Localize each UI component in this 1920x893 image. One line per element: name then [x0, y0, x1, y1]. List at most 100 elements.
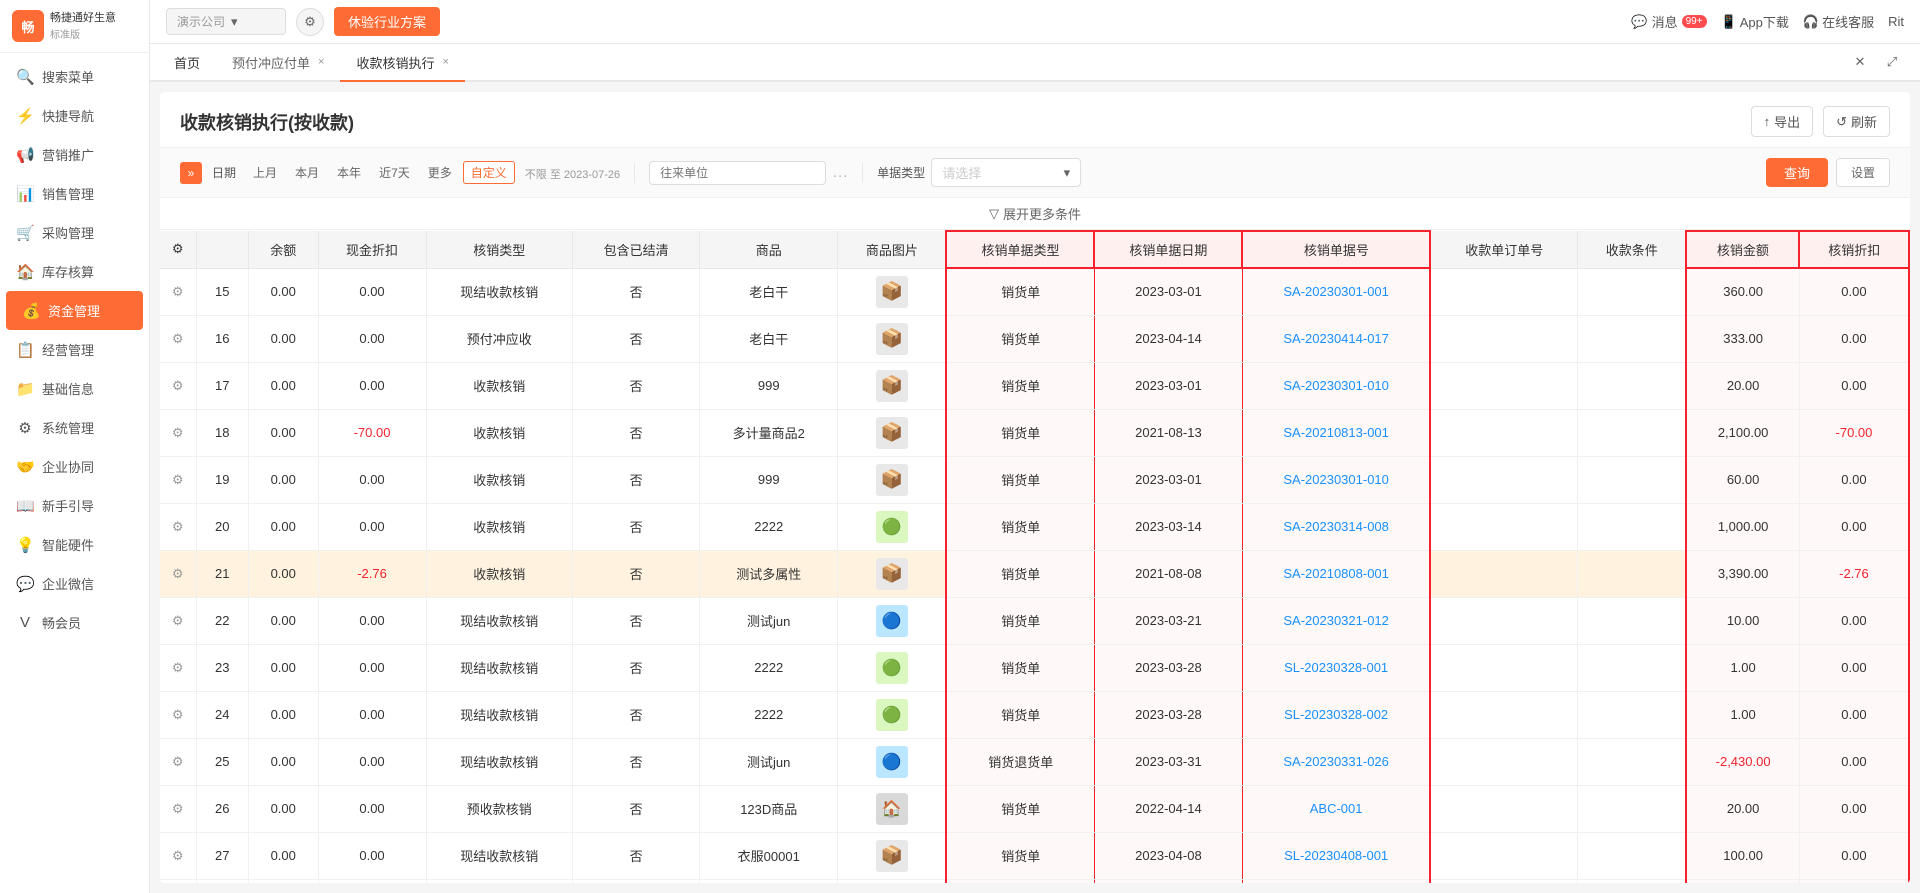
page-title: 收款核销执行(按收款): [180, 109, 354, 135]
company-selector[interactable]: 演示公司 ▾: [166, 8, 286, 35]
sidebar-item-6[interactable]: 💰 资金管理: [6, 291, 143, 330]
row-gear-icon[interactable]: ⚙: [170, 613, 186, 629]
doc-no-link[interactable]: SA-20230331-026: [1283, 754, 1389, 769]
date-btn-this-year[interactable]: 本年: [330, 162, 368, 183]
doc-no-link[interactable]: SA-20230314-008: [1283, 519, 1389, 534]
doc-no-link[interactable]: SA-20230301-010: [1283, 378, 1389, 393]
td-gear[interactable]: ⚙: [160, 597, 196, 644]
doc-no-link[interactable]: SA-20230301-010: [1283, 472, 1389, 487]
nav-icon-11: 📖: [16, 497, 34, 515]
sidebar-item-10[interactable]: 🤝 企业协同: [0, 447, 149, 486]
td-receipt-condition: [1578, 644, 1687, 691]
td-product-img: 🔵: [838, 738, 947, 785]
app-download-button[interactable]: 📱 App下载: [1721, 12, 1789, 31]
td-writeoff-discount: 0.00: [1799, 456, 1909, 503]
tab-home[interactable]: 首页: [158, 44, 216, 82]
doc-no-link[interactable]: SL-20230328-001: [1284, 660, 1388, 675]
online-service-button[interactable]: 🎧 在线客服: [1803, 12, 1874, 31]
expand-more-filters-button[interactable]: ▽ 展开更多条件: [989, 204, 1081, 223]
sidebar-item-13[interactable]: 💬 企业微信: [0, 564, 149, 603]
td-product: 测试多属性: [700, 550, 838, 597]
sidebar-item-4[interactable]: 🛒 采购管理: [0, 213, 149, 252]
sidebar-item-1[interactable]: ⚡ 快捷导航: [0, 96, 149, 135]
th-settings[interactable]: ⚙: [160, 231, 196, 268]
row-gear-icon[interactable]: ⚙: [170, 331, 186, 347]
row-gear-icon[interactable]: ⚙: [170, 519, 186, 535]
doc-no-link[interactable]: SL-20230408-001: [1284, 848, 1388, 863]
filter-settings-button[interactable]: 设置: [1836, 158, 1890, 187]
doc-no-link[interactable]: SA-20230301-001: [1283, 284, 1389, 299]
td-gear[interactable]: ⚙: [160, 644, 196, 691]
settings-button[interactable]: ⚙: [296, 8, 324, 36]
td-gear[interactable]: ⚙: [160, 456, 196, 503]
doc-no-link[interactable]: SL-20230328-002: [1284, 707, 1388, 722]
message-button[interactable]: 💬 消息 99+: [1631, 12, 1706, 31]
row-gear-icon[interactable]: ⚙: [170, 754, 186, 770]
td-gear[interactable]: ⚙: [160, 785, 196, 832]
td-gear[interactable]: ⚙: [160, 503, 196, 550]
tab-prepay[interactable]: 预付冲应付单 ×: [216, 44, 340, 82]
row-gear-icon[interactable]: ⚙: [170, 284, 186, 300]
row-gear-icon[interactable]: ⚙: [170, 566, 186, 582]
sidebar-item-14[interactable]: V 畅会员: [0, 603, 149, 642]
counterparty-input[interactable]: [649, 161, 826, 185]
td-gear[interactable]: ⚙: [160, 691, 196, 738]
tab-prepay-close-icon[interactable]: ×: [318, 56, 324, 68]
td-gear[interactable]: ⚙: [160, 550, 196, 597]
doc-type-select[interactable]: 请选择 ▾: [931, 158, 1081, 187]
tab-expand-button[interactable]: ⤢: [1880, 50, 1904, 74]
td-gear[interactable]: ⚙: [160, 409, 196, 456]
row-gear-icon[interactable]: ⚙: [170, 801, 186, 817]
td-doc-no: SL-20230408-001: [1242, 832, 1430, 879]
sidebar-item-12[interactable]: 💡 智能硬件: [0, 525, 149, 564]
date-btn-7days[interactable]: 近7天: [372, 162, 417, 183]
td-gear[interactable]: ⚙: [160, 315, 196, 362]
row-gear-icon[interactable]: ⚙: [170, 378, 186, 394]
sidebar-item-11[interactable]: 📖 新手引导: [0, 486, 149, 525]
sidebar-item-2[interactable]: 📢 营销推广: [0, 135, 149, 174]
row-gear-icon[interactable]: ⚙: [170, 848, 186, 864]
table-row: ⚙ 22 0.00 0.00 现结收款核销 否 测试jun 🔵 销货单 2023…: [160, 597, 1909, 644]
td-gear[interactable]: ⚙: [160, 738, 196, 785]
td-seq: 28: [196, 879, 248, 883]
sidebar-item-5[interactable]: 🏠 库存核算: [0, 252, 149, 291]
query-button[interactable]: 查询: [1766, 158, 1828, 187]
td-gear[interactable]: ⚙: [160, 879, 196, 883]
tab-writeoff-close-icon[interactable]: ×: [442, 56, 448, 68]
refresh-button[interactable]: ↺ 刷新: [1823, 106, 1890, 137]
row-gear-icon[interactable]: ⚙: [170, 425, 186, 441]
td-gear[interactable]: ⚙: [160, 268, 196, 315]
gear-icon: ⚙: [304, 14, 316, 30]
row-gear-icon[interactable]: ⚙: [170, 472, 186, 488]
th-seq: [196, 231, 248, 268]
doc-no-link[interactable]: SA-20210813-001: [1283, 425, 1389, 440]
sidebar-item-7[interactable]: 📋 经营管理: [0, 330, 149, 369]
td-doc-date: 2023-04-18: [1094, 879, 1242, 883]
export-button[interactable]: ↑ 导出: [1751, 106, 1814, 137]
row-gear-icon[interactable]: ⚙: [170, 660, 186, 676]
tab-writeoff[interactable]: 收款核销执行 ×: [340, 44, 464, 82]
doc-no-link[interactable]: SA-20210808-001: [1283, 566, 1389, 581]
counterparty-more-icon[interactable]: …: [832, 164, 848, 182]
sidebar-item-9[interactable]: ⚙ 系统管理: [0, 408, 149, 447]
sidebar-item-3[interactable]: 📊 销售管理: [0, 174, 149, 213]
doc-no-link[interactable]: ABC-001: [1310, 801, 1363, 816]
date-btn-last-month[interactable]: 上月: [246, 162, 284, 183]
date-btn-custom[interactable]: 自定义: [463, 161, 515, 184]
user-menu[interactable]: Rit: [1888, 14, 1904, 29]
row-gear-icon[interactable]: ⚙: [170, 707, 186, 723]
sidebar-item-8[interactable]: 📁 基础信息: [0, 369, 149, 408]
td-gear[interactable]: ⚙: [160, 362, 196, 409]
th-writeoff-discount: 核销折扣: [1799, 231, 1909, 268]
td-receipt-order-no: [1430, 738, 1577, 785]
doc-no-link[interactable]: SA-20230414-017: [1283, 331, 1389, 346]
tab-close-all-button[interactable]: ✕: [1848, 50, 1872, 74]
date-btn-this-month[interactable]: 本月: [288, 162, 326, 183]
table-row: ⚙ 28 0.00 0.00 现结收款核销 否 2222 🟢 销货单 2023-…: [160, 879, 1909, 883]
expand-filter-button[interactable]: »: [180, 162, 202, 184]
date-btn-more[interactable]: 更多: [421, 162, 459, 183]
sidebar-item-0[interactable]: 🔍 搜索菜单: [0, 57, 149, 96]
td-gear[interactable]: ⚙: [160, 832, 196, 879]
industry-solution-button[interactable]: 休验行业方案: [334, 7, 440, 36]
doc-no-link[interactable]: SA-20230321-012: [1283, 613, 1389, 628]
